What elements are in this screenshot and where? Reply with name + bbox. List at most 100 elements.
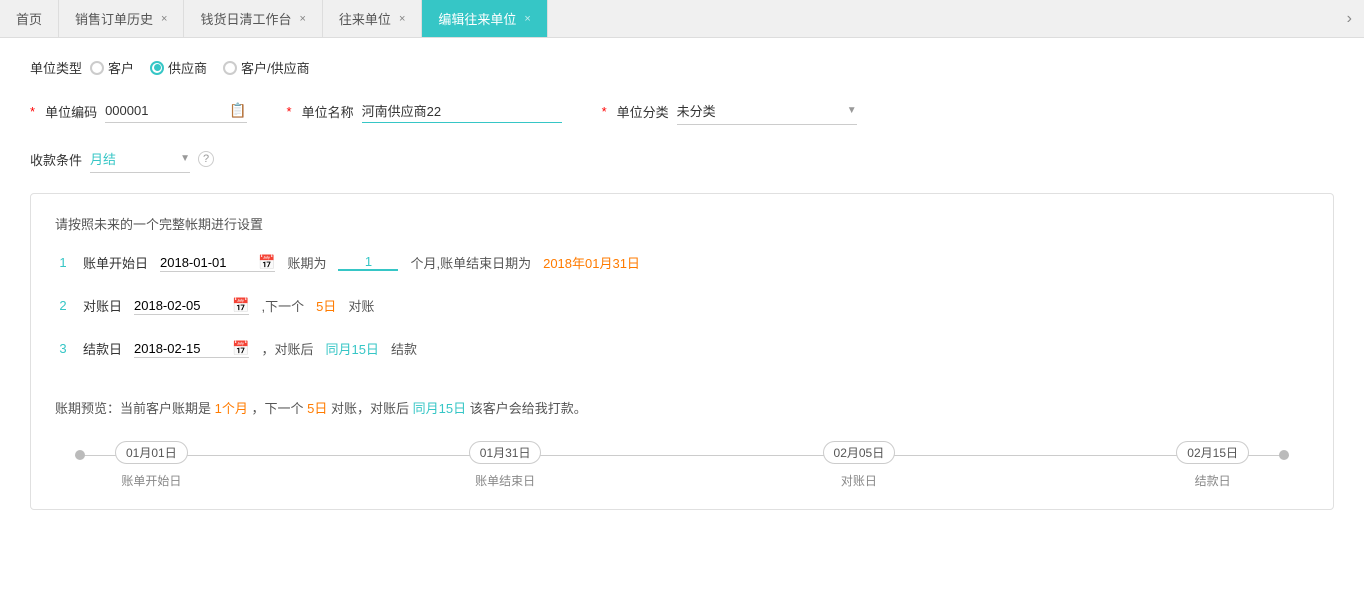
tab-cash-work[interactable]: 钱货日清工作台 × — [184, 0, 322, 37]
unit-code-icon[interactable]: 📋 — [229, 102, 246, 119]
step3-num: 3 — [55, 341, 71, 356]
step2-date-input[interactable] — [134, 298, 224, 313]
step1-num: 1 — [55, 255, 71, 270]
timeline-start-cap — [75, 450, 85, 460]
payment-terms-row: 收款条件 月结 ▼ ? — [30, 145, 1334, 173]
radio-customer-label: 客户 — [108, 58, 134, 77]
preview-text: 账期预览：当前客户账期是 1个月 ，下一个 5日 对账，对账后 同月15日 该客… — [55, 398, 1309, 417]
step2-label: 对账日 — [83, 296, 122, 315]
unit-name-input[interactable] — [362, 99, 562, 123]
timeline-wrapper: 01月01日 账单开始日 01月31日 账单结束日 02月05日 对账日 — [55, 441, 1309, 489]
step1-label: 账单开始日 — [83, 253, 148, 272]
timeline-end-dot — [1279, 450, 1289, 460]
preview-highlight1: 1个月 — [215, 401, 248, 416]
settings-box: 请按照未来的一个完整帐期进行设置 1 账单开始日 📅 账期为 个月,账单结束日期… — [30, 193, 1334, 510]
step1-date-input[interactable] — [160, 255, 250, 270]
step2-desc-highlight: 5日 — [316, 296, 336, 315]
unit-info-row: * 单位编码 📋 * 单位名称 * 单位分类 未分类 ▼ — [30, 97, 1334, 125]
timeline-point-2-desc: 账单结束日 — [475, 472, 535, 489]
step3-date-input[interactable] — [134, 341, 224, 356]
radio-supplier[interactable]: 供应商 — [150, 58, 207, 77]
payment-terms-group: 收款条件 月结 ▼ ? — [30, 145, 214, 173]
radio-customer-circle — [90, 61, 104, 75]
preview-mid1: ，下一个 — [252, 401, 304, 416]
radio-both[interactable]: 客户/供应商 — [223, 58, 310, 77]
payment-terms-help-icon[interactable]: ? — [198, 151, 214, 167]
step3-calendar-icon[interactable]: 📅 — [232, 340, 249, 357]
tab-bar: 首页 销售订单历史 × 钱货日清工作台 × 往来单位 × 编辑往来单位 × › — [0, 0, 1364, 38]
timeline-point-3-label: 02月05日 — [823, 441, 896, 464]
unit-type-row: 单位类型 客户 供应商 客户/供应商 — [30, 58, 1334, 77]
unit-category-label: 单位分类 — [617, 102, 669, 121]
step3-desc-highlight: 同月15日 — [325, 339, 378, 358]
step2-calendar-icon[interactable]: 📅 — [232, 297, 249, 314]
tab-home[interactable]: 首页 — [0, 0, 59, 37]
tab-sales-history-label: 销售订单历史 — [75, 9, 153, 28]
step3-date-group: 📅 — [134, 340, 249, 358]
timeline-point-4: 02月15日 结款日 — [1176, 441, 1249, 489]
radio-both-label: 客户/供应商 — [241, 58, 310, 77]
step2-date-group: 📅 — [134, 297, 249, 315]
timeline-point-4-desc: 结款日 — [1195, 472, 1231, 489]
preview-section: 账期预览：当前客户账期是 1个月 ，下一个 5日 对账，对账后 同月15日 该客… — [55, 382, 1309, 489]
tab-home-label: 首页 — [16, 9, 42, 28]
step1-mid-text: 账期为 — [287, 253, 326, 272]
tab-edit-partner-close[interactable]: × — [524, 13, 530, 25]
tab-sales-history-close[interactable]: × — [161, 13, 167, 25]
radio-group: 客户 供应商 客户/供应商 — [90, 58, 310, 77]
step3-desc-suffix: 结款 — [391, 339, 417, 358]
unit-type-group: 单位类型 客户 供应商 客户/供应商 — [30, 58, 310, 77]
step3-label: 结款日 — [83, 339, 122, 358]
tab-cash-work-label: 钱货日清工作台 — [200, 9, 291, 28]
step1-period-input[interactable] — [338, 254, 398, 271]
timeline-points: 01月01日 账单开始日 01月31日 账单结束日 02月05日 对账日 — [75, 441, 1289, 489]
timeline-point-3-desc: 对账日 — [841, 472, 877, 489]
tab-edit-partner[interactable]: 编辑往来单位 × — [422, 0, 547, 37]
step2-row: 2 对账日 📅 ,下一个 5日 对账 — [55, 296, 1309, 315]
step2-desc-suffix: 对账 — [348, 296, 374, 315]
unit-code-label: 单位编码 — [45, 102, 97, 121]
timeline-end-cap — [1279, 450, 1289, 460]
step1-row: 1 账单开始日 📅 账期为 个月,账单结束日期为 2018年01月31日 — [55, 253, 1309, 272]
unit-name-label: 单位名称 — [302, 102, 354, 121]
radio-supplier-circle — [150, 61, 164, 75]
timeline-point-1-label: 01月01日 — [115, 441, 188, 464]
unit-name-group: * 单位名称 — [287, 99, 562, 123]
unit-category-dropdown-icon: ▼ — [847, 105, 857, 116]
tab-edit-partner-label: 编辑往来单位 — [438, 9, 516, 28]
tab-partners-close[interactable]: × — [399, 13, 405, 25]
step1-date-group: 📅 — [160, 254, 275, 272]
radio-both-circle — [223, 61, 237, 75]
tab-cash-work-close[interactable]: × — [299, 13, 305, 25]
payment-terms-label: 收款条件 — [30, 150, 82, 169]
timeline-point-2-label: 01月31日 — [469, 441, 542, 464]
unit-category-value: 未分类 — [677, 101, 841, 120]
step2-num: 2 — [55, 298, 71, 313]
timeline-start-dot — [75, 450, 85, 460]
timeline-point-2: 01月31日 账单结束日 — [469, 441, 542, 489]
payment-terms-select[interactable]: 月结 ▼ — [90, 145, 190, 173]
tab-partners[interactable]: 往来单位 × — [323, 0, 422, 37]
tab-partners-label: 往来单位 — [339, 9, 391, 28]
settings-title: 请按照未来的一个完整帐期进行设置 — [55, 214, 1309, 233]
payment-terms-value: 月结 — [90, 149, 174, 168]
unit-category-star: * — [602, 104, 607, 119]
unit-type-label: 单位类型 — [30, 58, 82, 77]
timeline-point-3: 02月05日 对账日 — [823, 441, 896, 489]
radio-customer[interactable]: 客户 — [90, 58, 134, 77]
preview-highlight3: 同月15日 — [413, 401, 466, 416]
timeline-point-1: 01月01日 账单开始日 — [115, 441, 188, 489]
unit-code-input[interactable] — [105, 99, 225, 122]
preview-suffix: 该客户会给我打款。 — [470, 401, 587, 416]
main-content: 单位类型 客户 供应商 客户/供应商 * 单位编码 — [0, 38, 1364, 608]
tab-more-button[interactable]: › — [1335, 10, 1364, 28]
unit-category-select[interactable]: 未分类 ▼ — [677, 97, 857, 125]
tab-sales-history[interactable]: 销售订单历史 × — [59, 0, 184, 37]
unit-code-input-wrapper: 📋 — [105, 99, 246, 123]
unit-category-group: * 单位分类 未分类 ▼ — [602, 97, 857, 125]
step1-end-text: 个月,账单结束日期为 — [410, 253, 531, 272]
step2-desc-prefix: ,下一个 — [261, 296, 304, 315]
preview-mid2: 对账，对账后 — [331, 401, 409, 416]
step1-calendar-icon[interactable]: 📅 — [258, 254, 275, 271]
preview-prefix: 账期预览：当前客户账期是 — [55, 401, 211, 416]
